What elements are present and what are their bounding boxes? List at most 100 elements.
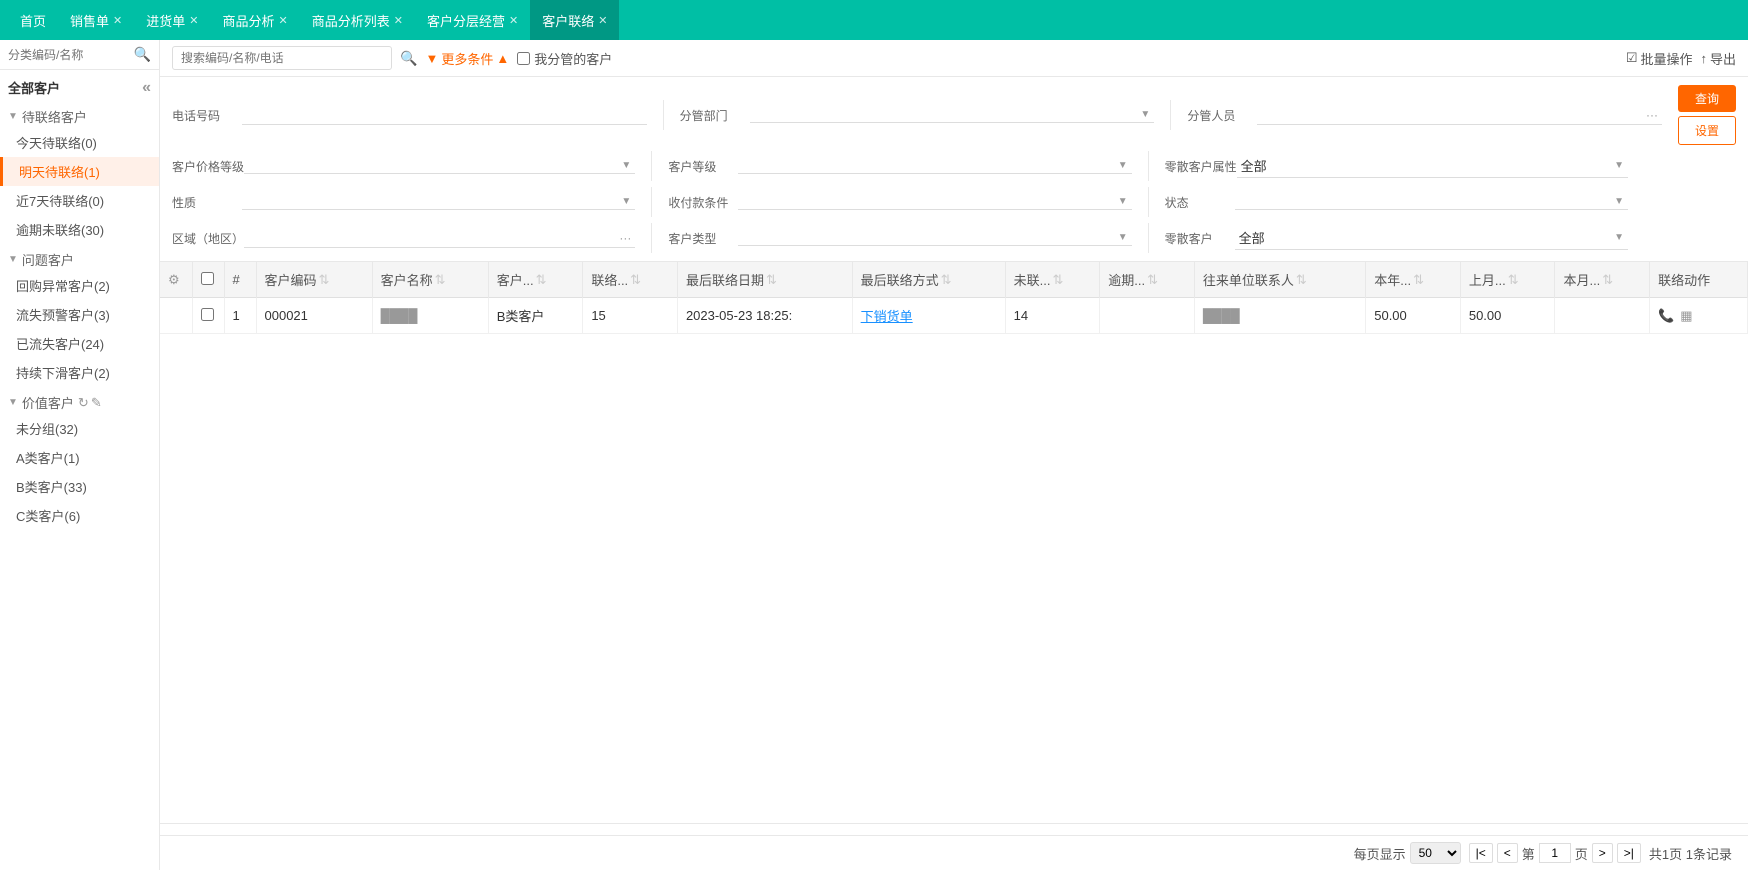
filter-row-4: 区域（地区） ··· 客户类型 ▼ 零散客户 — [172, 223, 1736, 253]
filter-nature-select[interactable]: ▼ — [242, 194, 635, 210]
next-page-button[interactable]: > — [1592, 843, 1613, 863]
filter-right-actions: ☑ 批量操作 ↑ 导出 — [1626, 49, 1736, 68]
filter-region-label: 区域（地区） — [172, 230, 244, 247]
query-button[interactable]: 查询 — [1678, 85, 1736, 112]
table-body: 1 000021 ████ B类客户 15 2023-05-23 18:25: … — [160, 298, 1748, 334]
filter-phone-label: 电话号码 — [172, 107, 242, 124]
sidebar-item-class-c[interactable]: C类客户(6) — [0, 501, 159, 530]
main-layout: 🔍 全部客户 « 待联络客户 今天待联络(0) 明天待联络(1) 近7天待联络(… — [0, 40, 1748, 870]
filter-price-level-select[interactable]: ▼ — [244, 158, 635, 174]
last-method-link[interactable]: 下销货单 — [861, 309, 913, 324]
nav-purchase[interactable]: 进货单 ✕ — [134, 0, 210, 40]
row-select-checkbox[interactable] — [201, 308, 214, 321]
filter-dept-chevron: ▼ — [1140, 109, 1150, 120]
filter-customer-type-field: 客户类型 ▼ — [668, 230, 1131, 247]
chevron-icon7: ▼ — [1118, 232, 1128, 243]
action-phone-icon[interactable]: 📞 — [1658, 308, 1674, 324]
divider7 — [651, 223, 652, 253]
sidebar: 🔍 全部客户 « 待联络客户 今天待联络(0) 明天待联络(1) 近7天待联络(… — [0, 40, 160, 870]
nav-product-list[interactable]: 商品分析列表 ✕ — [300, 0, 415, 40]
sidebar-group-value-edit[interactable]: ✎ — [91, 395, 102, 411]
filter-payment-select[interactable]: ▼ — [738, 194, 1131, 210]
export-button[interactable]: ↑ 导出 — [1700, 49, 1736, 68]
chevron-icon6: ▼ — [1614, 196, 1624, 207]
filter-retail-attr-select[interactable]: 全部 ▼ — [1237, 154, 1628, 178]
nav-product-analysis-close[interactable]: ✕ — [279, 14, 288, 27]
sidebar-search-input[interactable] — [8, 48, 134, 62]
page-number-input[interactable] — [1539, 843, 1571, 863]
my-customers-checkbox[interactable]: 我分管的客户 — [517, 49, 612, 68]
filter-customer-type-label: 客户类型 — [668, 230, 738, 247]
settings-icon[interactable]: ⚙ — [168, 272, 180, 287]
col-last-date: 最后联络日期⇅ — [677, 262, 852, 298]
sidebar-item-class-b[interactable]: B类客户(33) — [0, 472, 159, 501]
nav-product-analysis[interactable]: 商品分析 ✕ — [210, 0, 299, 40]
sidebar-item-today[interactable]: 今天待联络(0) — [0, 128, 159, 157]
sidebar-item-tomorrow[interactable]: 明天待联络(1) — [0, 157, 159, 186]
filter-customer-level-field: 客户等级 ▼ — [668, 158, 1131, 175]
per-page-select[interactable]: 50 100 200 — [1410, 842, 1461, 864]
set-button[interactable]: 设置 — [1678, 116, 1736, 145]
sidebar-item-churn-warning[interactable]: 流失预警客户(3) — [0, 300, 159, 329]
filter-search-button[interactable]: 🔍 — [400, 50, 417, 67]
col-last-method: 最后联络方式⇅ — [852, 262, 1005, 298]
sidebar-group-pending: 待联络客户 — [0, 101, 159, 128]
filter-person-select[interactable]: ··· — [1257, 106, 1662, 125]
filter-dept-field: 分管部门 ▼ — [680, 107, 1155, 124]
filter-dept-select[interactable]: ▼ — [750, 107, 1155, 123]
row-unit-contact: ████ — [1194, 298, 1365, 334]
nav-sales-close[interactable]: ✕ — [113, 14, 122, 27]
sidebar-search-icon[interactable]: 🔍 — [134, 46, 151, 63]
sidebar-item-repurchase-abnormal[interactable]: 回购异常客户(2) — [0, 271, 159, 300]
sidebar-group-value-refresh[interactable]: ↻ — [78, 395, 89, 411]
sidebar-item-ungrouped[interactable]: 未分组(32) — [0, 414, 159, 443]
content-area: 🔍 ▼ 更多条件 ▲ 我分管的客户 ☑ 批量操作 ↑ 导出 — [160, 40, 1748, 870]
nav-customer-tier-close[interactable]: ✕ — [509, 14, 518, 27]
batch-ops-button[interactable]: ☑ 批量操作 — [1626, 49, 1693, 68]
sidebar-all-customers[interactable]: 全部客户 « — [0, 70, 159, 101]
nav-home[interactable]: 首页 — [8, 0, 58, 40]
row-code: 000021 — [256, 298, 372, 334]
sidebar-item-overdue[interactable]: 逾期未联络(30) — [0, 215, 159, 244]
sidebar-item-declining[interactable]: 持续下滑客户(2) — [0, 358, 159, 387]
filter-customer-type-select[interactable]: ▼ — [738, 230, 1131, 246]
filter-more-conditions-button[interactable]: ▼ 更多条件 ▲ — [425, 49, 509, 68]
chevron-icon5: ▼ — [1118, 196, 1128, 207]
last-page-button[interactable]: >| — [1617, 843, 1641, 863]
sidebar-item-7days[interactable]: 近7天待联络(0) — [0, 186, 159, 215]
nav-customer-contact[interactable]: 客户联络 ✕ — [530, 0, 619, 40]
col-name: 客户名称⇅ — [372, 262, 488, 298]
nav-product-list-close[interactable]: ✕ — [394, 14, 403, 27]
row-last-method: 下销货单 — [852, 298, 1005, 334]
nav-purchase-close[interactable]: ✕ — [189, 14, 198, 27]
nav-customer-contact-close[interactable]: ✕ — [598, 14, 607, 27]
per-page-selector: 每页显示 50 100 200 — [1354, 842, 1461, 864]
filter-region-select[interactable]: ··· — [244, 229, 635, 248]
col-overdue: 逾期...⇅ — [1100, 262, 1195, 298]
row-contact: 15 — [583, 298, 678, 334]
row-gear — [160, 298, 192, 334]
filter-payment-label: 收付款条件 — [668, 194, 738, 211]
nav-customer-tier[interactable]: 客户分层经营 ✕ — [415, 0, 530, 40]
col-contact: 联络...⇅ — [583, 262, 678, 298]
sidebar-item-class-a[interactable]: A类客户(1) — [0, 443, 159, 472]
sidebar-item-churned[interactable]: 已流失客户(24) — [0, 329, 159, 358]
filter-search-input[interactable] — [172, 46, 392, 70]
col-this-year: 本年...⇅ — [1366, 262, 1461, 298]
select-all-checkbox[interactable] — [201, 272, 214, 285]
horizontal-scrollbar[interactable] — [160, 823, 1748, 835]
filter-phone-input[interactable] — [242, 106, 647, 125]
prev-page-button[interactable]: < — [1497, 843, 1518, 863]
my-customers-check[interactable] — [517, 52, 530, 65]
filter-customer-level-select[interactable]: ▼ — [738, 158, 1131, 174]
first-page-button[interactable]: |< — [1469, 843, 1493, 863]
action-grid-icon[interactable]: ▦ — [1680, 308, 1692, 324]
col-code: 客户编码⇅ — [256, 262, 372, 298]
filter-region-dots[interactable]: ··· — [619, 231, 631, 245]
filter-retail-customer-select[interactable]: 全部 ▼ — [1235, 226, 1628, 250]
filter-person-dots[interactable]: ··· — [1646, 108, 1658, 122]
col-unit-contact: 往来单位联系人⇅ — [1194, 262, 1365, 298]
sidebar-collapse-icon[interactable]: « — [142, 79, 151, 97]
filter-status-select[interactable]: ▼ — [1235, 194, 1628, 210]
nav-sales[interactable]: 销售单 ✕ — [58, 0, 134, 40]
